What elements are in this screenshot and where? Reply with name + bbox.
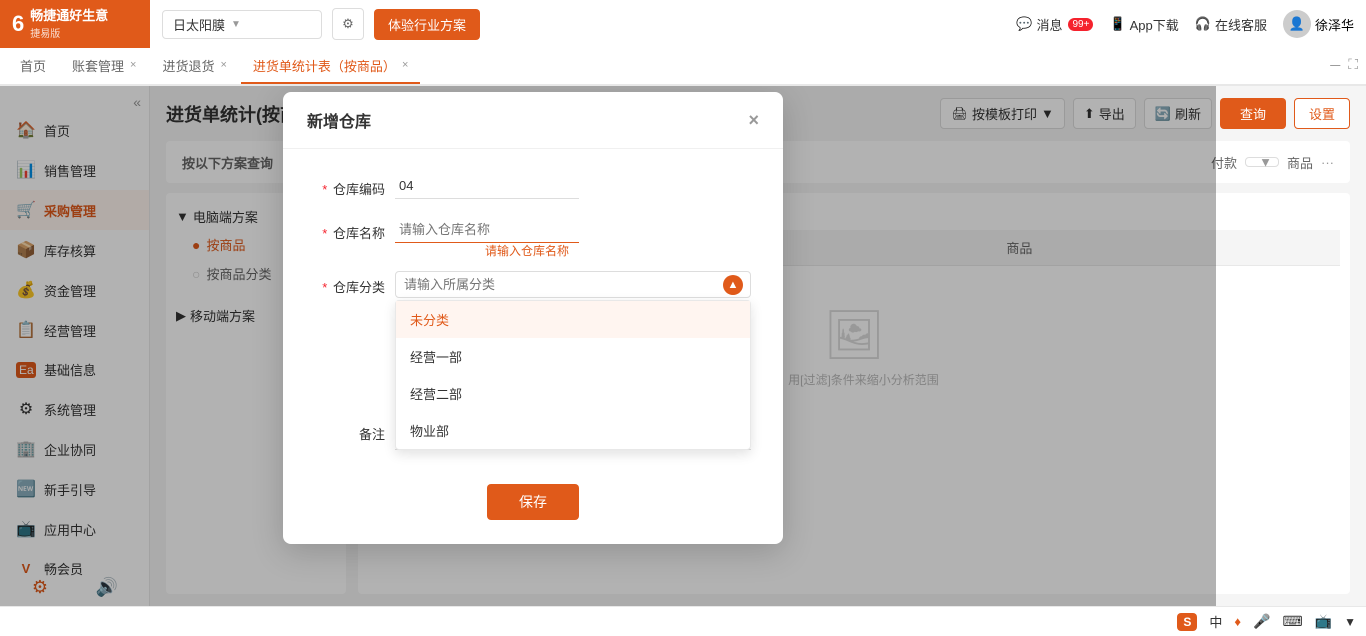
category-dropdown-wrapper: ▲ 未分类 经营一部 经营二部 物业部 [395, 271, 751, 298]
save-button[interactable]: 保存 [487, 484, 579, 520]
logo-sub-text: 捷易版 [30, 25, 108, 40]
page-settings-button[interactable]: 设置 [1294, 98, 1350, 129]
trial-button[interactable]: 体验行业方案 [374, 9, 480, 40]
modal-close-button[interactable]: × [748, 110, 759, 131]
code-label-text: 仓库编码 [333, 182, 385, 197]
tab-accounts-label: 账套管理 [72, 56, 124, 75]
header-row: 6 畅捷通好生意 捷易版 日太阳膜 ▼ ⚙ 体验行业方案 💬 消息 99+ [0, 0, 1366, 48]
microphone-icon[interactable]: 🎤 [1253, 613, 1270, 630]
dropdown-option-dept3[interactable]: 物业部 [396, 412, 750, 449]
modal-title: 新增仓库 [307, 108, 371, 132]
user-area[interactable]: 👤 徐泽华 [1283, 10, 1354, 38]
logo-main-text: 畅捷通好生意 [30, 8, 108, 25]
dropdown-toggle-button[interactable]: ▲ [723, 275, 743, 295]
notification-icon: 💬 [1016, 16, 1032, 32]
tab-purchase-return-close[interactable]: × [220, 59, 226, 71]
store-name: 日太阳膜 [173, 15, 225, 34]
modal-backdrop[interactable]: 新增仓库 × * 仓库编码 [0, 86, 1216, 606]
store-selector[interactable]: 日太阳膜 ▼ [162, 10, 322, 39]
form-label-category: * 仓库分类 [315, 271, 395, 296]
online-service-item[interactable]: 🎧 在线客服 [1195, 15, 1267, 34]
form-code-wrapper [395, 173, 751, 199]
modal-body: * 仓库编码 * 仓库名称 [283, 149, 783, 476]
bottom-status-bar: S 中 ♦ 🎤 ⌨ 📺 ▼ [0, 606, 1366, 636]
notification-badge: 99+ [1068, 18, 1093, 31]
settings-gear-button[interactable]: ⚙ [332, 8, 364, 40]
logo-text-area: 畅捷通好生意 捷易版 [30, 8, 108, 40]
username-label: 徐泽华 [1315, 15, 1354, 34]
note-label-text: 备注 [359, 427, 385, 442]
name-error-message: 请输入仓库名称 [485, 242, 569, 259]
chinese-icon[interactable]: 中 [1209, 612, 1222, 631]
required-star-category: * [322, 280, 327, 295]
tab-purchase-stats[interactable]: 进货单统计表（按商品） × [241, 48, 420, 84]
header-content: 日太阳膜 ▼ ⚙ 体验行业方案 💬 消息 99+ 📱 App下载 🎧 [150, 0, 1366, 48]
expand-down-icon[interactable]: ▼ [1344, 615, 1356, 629]
modal-footer: 保存 [283, 476, 783, 520]
filter-right-area: 付款 ▼ 商品 ··· [1211, 153, 1334, 172]
goods-label: 商品 [1287, 153, 1313, 172]
store-selector-arrow: ▼ [231, 19, 241, 30]
category-dropdown-list: 未分类 经营一部 经营二部 物业部 [395, 300, 751, 450]
payment-select[interactable]: ▼ [1245, 157, 1279, 167]
name-label-text: 仓库名称 [333, 226, 385, 241]
required-star-name: * [322, 226, 327, 241]
dropdown-option-dept1[interactable]: 经营一部 [396, 338, 750, 375]
phone-icon: 📱 [1109, 16, 1125, 32]
monitor-icon[interactable]: 📺 [1315, 613, 1332, 630]
keyboard-icon[interactable]: ⌨ [1282, 613, 1302, 630]
online-service-label: 在线客服 [1215, 15, 1267, 34]
form-label-note: 备注 [315, 418, 395, 443]
top-right-area: 💬 消息 99+ 📱 App下载 🎧 在线客服 👤 徐泽华 [1016, 10, 1354, 38]
tab-bar: 首页 账套管理 × 进货退货 × 进货单统计表（按商品） × － ⛶ [0, 48, 1366, 86]
diamond-icon[interactable]: ♦ [1234, 614, 1241, 629]
query-button[interactable]: 查询 [1220, 98, 1286, 129]
gear-icon: ⚙ [342, 16, 354, 32]
category-label-text: 仓库分类 [333, 280, 385, 295]
logo-area: 6 畅捷通好生意 捷易版 [0, 0, 150, 48]
user-avatar: 👤 [1283, 10, 1311, 38]
add-warehouse-modal: 新增仓库 × * 仓库编码 [283, 92, 783, 544]
form-label-code: * 仓库编码 [315, 173, 395, 198]
required-star-code: * [322, 182, 327, 197]
tab-purchase-return-label: 进货退货 [162, 56, 214, 75]
app-download-item[interactable]: 📱 App下载 [1109, 15, 1178, 34]
logo-icon: 6 [12, 11, 24, 37]
form-row-category: * 仓库分类 ▲ 未分类 经营一部 经营二部 物业部 [315, 271, 751, 298]
tab-purchase-return[interactable]: 进货退货 × [150, 48, 238, 84]
form-row-code: * 仓库编码 [315, 173, 751, 199]
dropdown-option-dept2[interactable]: 经营二部 [396, 375, 750, 412]
category-input[interactable] [395, 271, 751, 298]
tab-accounts-close[interactable]: × [130, 59, 136, 71]
notification-item[interactable]: 💬 消息 99+ [1016, 15, 1093, 34]
tab-purchase-stats-close[interactable]: × [402, 59, 408, 71]
tab-minimize-icon[interactable]: － [1328, 56, 1342, 76]
tab-home-label: 首页 [20, 56, 46, 75]
tab-accounts[interactable]: 账套管理 × [60, 48, 148, 84]
headset-icon: 🎧 [1195, 16, 1211, 32]
dropdown-option-unclassified[interactable]: 未分类 [396, 301, 750, 338]
tab-purchase-stats-label: 进货单统计表（按商品） [253, 56, 396, 75]
code-input[interactable] [395, 173, 579, 199]
tab-home[interactable]: 首页 [8, 48, 58, 84]
tab-expand-icon[interactable]: ⛶ [1348, 56, 1358, 76]
form-label-name: * 仓库名称 [315, 217, 395, 242]
form-name-wrapper: 请输入仓库名称 [395, 217, 751, 243]
lang-switch-icon[interactable]: S [1177, 613, 1197, 631]
payment-select-arrow: ▼ [1259, 155, 1272, 170]
app-download-label: App下载 [1130, 15, 1179, 34]
form-row-name: * 仓库名称 请输入仓库名称 [315, 217, 751, 243]
app-container: 6 畅捷通好生意 捷易版 日太阳膜 ▼ ⚙ 体验行业方案 💬 消息 99+ [0, 0, 1366, 636]
tab-actions: － ⛶ [1328, 56, 1358, 76]
notification-label: 消息 [1036, 15, 1062, 34]
name-input[interactable] [395, 217, 579, 243]
goods-more-icon[interactable]: ··· [1321, 155, 1334, 170]
modal-header: 新增仓库 × [283, 92, 783, 149]
